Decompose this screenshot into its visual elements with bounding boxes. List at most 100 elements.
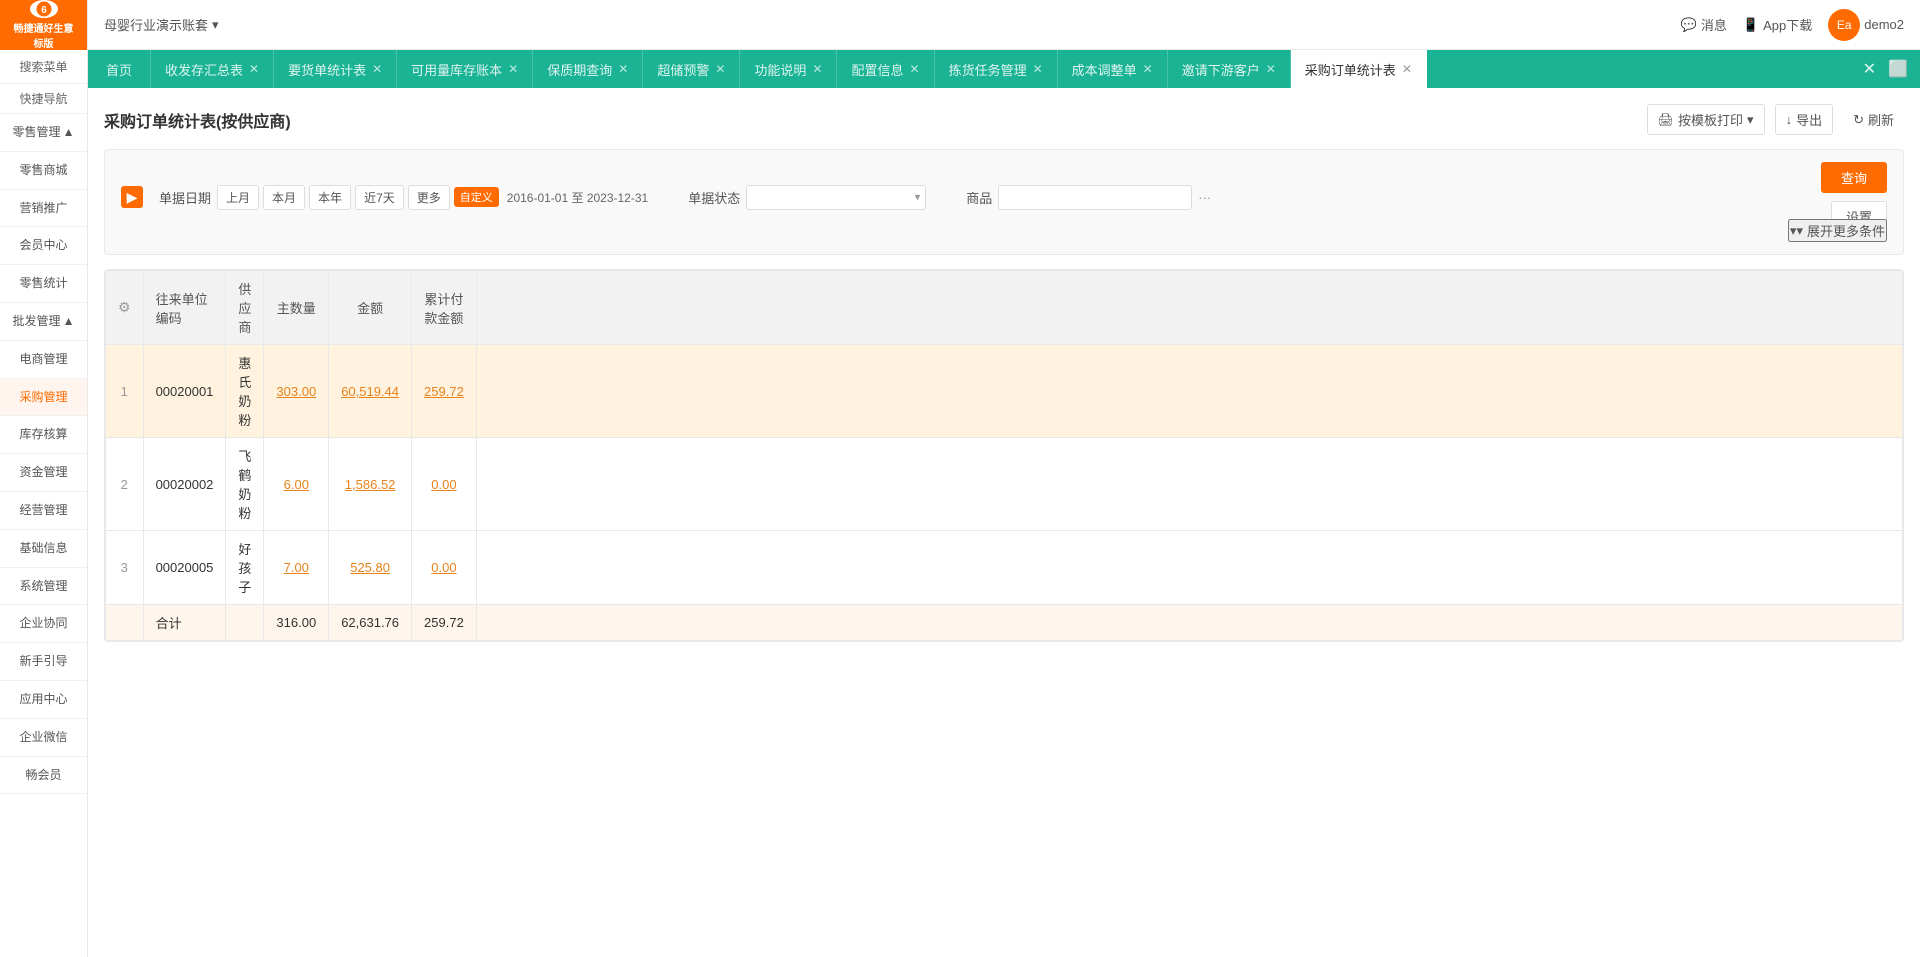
col-qty: 主数量 [264, 271, 329, 345]
tab-close-icon[interactable]: ✕ [372, 62, 382, 76]
sidebar-item-system[interactable]: 系统管理 [0, 568, 87, 606]
status-filter-label: 单据状态 [688, 188, 740, 207]
sidebar-item-vip[interactable]: 畅会员 [0, 757, 87, 795]
template-print-button[interactable]: 🖨 按模板打印 ▾ [1647, 104, 1765, 135]
date-btn-this-year[interactable]: 本年 [309, 185, 351, 210]
footer-amount: 62,631.76 [329, 605, 412, 641]
tabbar: 首页 收发存汇总表 ✕ 要货单统计表 ✕ 可用量库存账本 ✕ 保质期查询 ✕ 超… [88, 50, 1920, 88]
filter-toggle-button[interactable]: ▶ [121, 186, 143, 208]
filter-date-range-item: 2016-01-01 至 2023-12-31 [507, 189, 648, 206]
sidebar-item-enterprise[interactable]: 企业协同 [0, 605, 87, 643]
col-code: 往来单位编码 [143, 271, 226, 345]
tab-order-stat[interactable]: 要货单统计表 ✕ [274, 50, 397, 88]
topbar: 母婴行业演示账套 ▾ 💬 消息 📱 App下载 Ea demo2 [88, 0, 1920, 50]
topbar-left: 母婴行业演示账套 ▾ [104, 15, 219, 34]
tab-stock-ledger[interactable]: 可用量库存账本 ✕ [397, 50, 533, 88]
user-menu[interactable]: Ea demo2 [1828, 9, 1904, 41]
row-qty: 6.00 [264, 438, 329, 531]
tab-close-icon[interactable]: ✕ [508, 62, 518, 76]
app-download-button[interactable]: 📱 App下载 [1743, 15, 1812, 34]
tab-overstock[interactable]: 超储预警 ✕ [643, 50, 740, 88]
topbar-right: 💬 消息 📱 App下载 Ea demo2 [1681, 9, 1904, 41]
sidebar-item-member[interactable]: 会员中心 [0, 227, 87, 265]
tab-close-icon[interactable]: ✕ [1266, 62, 1276, 76]
tab-close-icon[interactable]: ✕ [910, 62, 920, 76]
sidebar-item-retail-shop[interactable]: 零售商城 [0, 152, 87, 190]
sidebar-item-inventory[interactable]: 库存核算 [0, 416, 87, 454]
tab-collect-send[interactable]: 收发存汇总表 ✕ [151, 50, 274, 88]
tab-shelf-life[interactable]: 保质期查询 ✕ [533, 50, 643, 88]
tab-close-icon[interactable]: ✕ [618, 62, 628, 76]
sidebar-item-shortcut[interactable]: 快捷导航 [0, 84, 87, 114]
tab-invite[interactable]: 邀请下游客户 ✕ [1168, 50, 1291, 88]
data-table: ⚙ 往来单位编码 供应商 主数量 金额 累计付款金额 1 00020001 惠氏… [105, 270, 1903, 641]
filter-date-group: 上月 本月 本年 近7天 更多 自定义 [217, 185, 499, 210]
status-select[interactable] [746, 185, 926, 210]
expand-more-button[interactable]: ▾▾ 展开更多条件 [1788, 219, 1887, 242]
user-initials: Ea [1837, 18, 1852, 32]
row-extra [476, 345, 1902, 438]
tab-purchase-stat[interactable]: 采购订单统计表 ✕ [1291, 50, 1427, 88]
date-btn-more[interactable]: 更多 [408, 185, 450, 210]
tab-close-icon[interactable]: ✕ [249, 62, 259, 76]
sidebar-item-appstore[interactable]: 应用中心 [0, 681, 87, 719]
table-row[interactable]: 2 00020002 飞鹤奶粉 6.00 1,586.52 0.00 [106, 438, 1903, 531]
sidebar-item-purchase[interactable]: 采购管理 [0, 379, 87, 417]
sidebar-item-basic[interactable]: 基础信息 [0, 530, 87, 568]
tab-config[interactable]: 配置信息 ✕ [837, 50, 934, 88]
app-logo[interactable]: 6 畅捷通好生意 标版 [0, 0, 87, 50]
sidebar-item-marketing[interactable]: 营销推广 [0, 190, 87, 228]
tab-close-all-button[interactable]: ✕ [1859, 55, 1880, 83]
refresh-button[interactable]: ↻ 刷新 [1843, 105, 1904, 134]
footer-supplier [226, 605, 264, 641]
footer-extra [476, 605, 1902, 641]
col-supplier: 供应商 [226, 271, 264, 345]
store-selector[interactable]: 母婴行业演示账套 ▾ [104, 15, 219, 34]
export-icon: ↓ [1786, 112, 1793, 127]
filter-goods-item: 商品 ··· [966, 185, 1211, 210]
export-button[interactable]: ↓ 导出 [1775, 104, 1834, 135]
tab-close-active-icon[interactable]: ✕ [1402, 62, 1412, 76]
tab-cost-adj[interactable]: 成本调整单 ✕ [1058, 50, 1168, 88]
sidebar-item-finance[interactable]: 资金管理 [0, 454, 87, 492]
goods-input[interactable] [998, 185, 1192, 210]
row-num: 1 [106, 345, 144, 438]
tab-close-icon[interactable]: ✕ [715, 62, 725, 76]
query-button[interactable]: 查询 [1821, 162, 1887, 193]
tab-close-icon[interactable]: ✕ [812, 62, 822, 76]
table-row[interactable]: 1 00020001 惠氏奶粉 303.00 60,519.44 259.72 [106, 345, 1903, 438]
more-options-icon[interactable]: ··· [1198, 190, 1211, 205]
tab-func-desc[interactable]: 功能说明 ✕ [740, 50, 837, 88]
page-actions: 🖨 按模板打印 ▾ ↓ 导出 ↻ 刷新 [1647, 104, 1905, 135]
message-button[interactable]: 💬 消息 [1681, 15, 1727, 34]
tab-close-icon[interactable]: ✕ [1143, 62, 1153, 76]
sidebar-item-retail[interactable]: 零售管理 ▲ [0, 114, 87, 152]
column-settings-icon[interactable]: ⚙ [118, 299, 131, 315]
sidebar-item-newbie[interactable]: 新手引导 [0, 643, 87, 681]
tab-close-icon[interactable]: ✕ [1033, 62, 1043, 76]
dropdown-icon: ▾ [212, 17, 219, 33]
sidebar-item-wholesale[interactable]: 批发管理 ▲ [0, 303, 87, 341]
row-code: 00020005 [143, 531, 226, 605]
row-amount: 60,519.44 [329, 345, 412, 438]
row-paid: 259.72 [412, 345, 477, 438]
tab-home[interactable]: 首页 [88, 50, 151, 88]
row-supplier: 惠氏奶粉 [226, 345, 264, 438]
tab-maximize-button[interactable]: ⬜ [1884, 55, 1912, 83]
sidebar-item-search[interactable]: 搜索菜单 [0, 50, 87, 84]
sidebar-item-retail-stat[interactable]: 零售统计 [0, 265, 87, 303]
row-num: 3 [106, 531, 144, 605]
sidebar-item-ops[interactable]: 经营管理 [0, 492, 87, 530]
refresh-icon: ↻ [1853, 112, 1864, 128]
sidebar-item-ecom[interactable]: 电商管理 [0, 341, 87, 379]
row-num: 2 [106, 438, 144, 531]
footer-empty-1 [106, 605, 144, 641]
tab-pick-task[interactable]: 拣货任务管理 ✕ [935, 50, 1058, 88]
table-row[interactable]: 3 00020005 好孩子 7.00 525.80 0.00 [106, 531, 1903, 605]
dropdown-arrow-icon: ▾ [1747, 112, 1754, 128]
date-btn-7days[interactable]: 近7天 [355, 185, 404, 210]
sidebar-item-wechat[interactable]: 企业微信 [0, 719, 87, 757]
date-btn-this-month[interactable]: 本月 [263, 185, 305, 210]
filter-bar: ▶ 单据日期 上月 本月 本年 近7天 更多 自定义 2016-01-01 至 … [104, 149, 1904, 255]
date-btn-last-month[interactable]: 上月 [217, 185, 259, 210]
